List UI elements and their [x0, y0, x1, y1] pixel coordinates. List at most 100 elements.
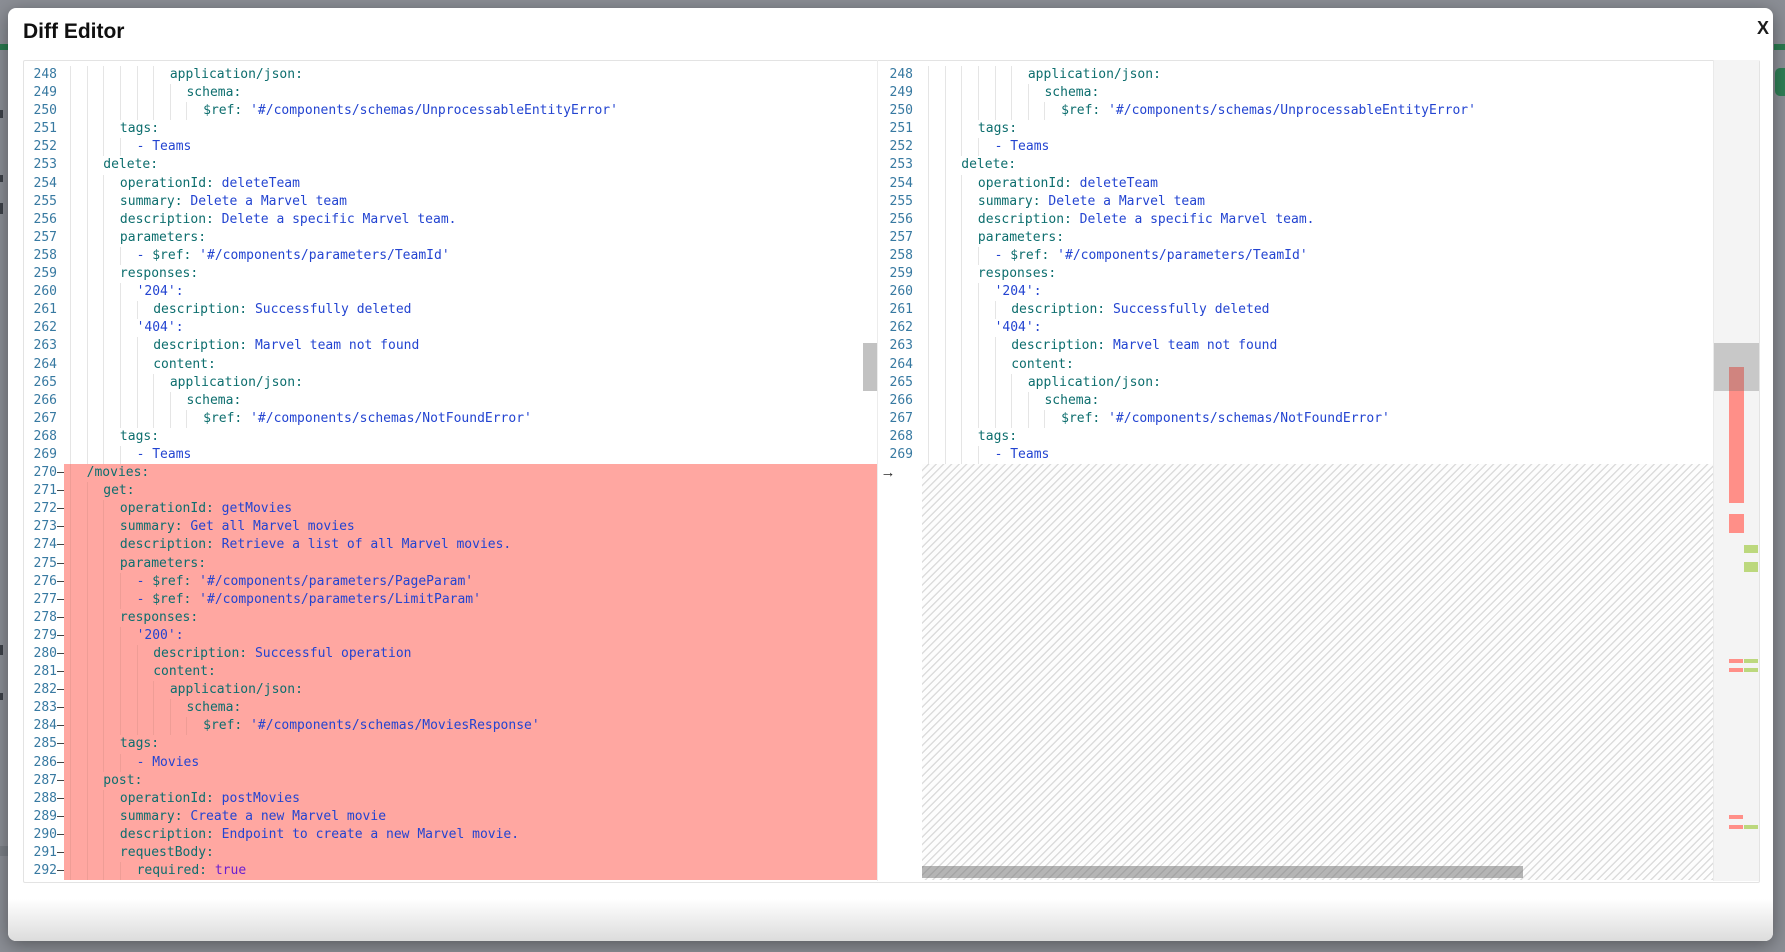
diff-editor-modal: Diff Editor X 248 application/json: 249 sch… — [8, 8, 1773, 941]
diff-line: 249 schema: — [878, 84, 1713, 103]
deleted-line-marker — [913, 102, 922, 120]
code-text: schema: — [922, 84, 1713, 103]
diff-pane-original[interactable]: 248 application/json: 249 schema: 250 $ref: '… — [24, 66, 877, 881]
code-text: - $ref: '#/components/parameters/LimitPa… — [64, 590, 877, 609]
deleted-line-marker — [57, 66, 64, 84]
line-number: 265 — [889, 374, 913, 390]
line-number: 264 — [889, 356, 913, 372]
diff-line: 260 '204': — [24, 283, 877, 302]
diff-line: 292– required: true — [24, 862, 877, 881]
diff-line: 273– summary: Get all Marvel movies — [24, 518, 877, 537]
code-text: responses: — [64, 608, 877, 627]
line-number: 266 — [33, 392, 57, 408]
diff-line: 268 tags: — [878, 427, 1713, 446]
right-pane-horizontal-scrollbar-thumb[interactable] — [922, 866, 1523, 878]
deleted-line-marker: – — [57, 736, 65, 752]
diff-line: 254 operationId: deleteTeam — [24, 174, 877, 193]
line-number: 267 — [33, 410, 57, 426]
code-text: - Teams — [64, 445, 877, 465]
deleted-line-marker — [57, 410, 64, 428]
deleted-line-marker: – — [57, 772, 65, 788]
code-text: description: Retrieve a list of all Marv… — [64, 536, 877, 555]
diff-pane-modified[interactable]: 248 application/json: 249 schema: 250 $ref: '… — [878, 66, 1713, 465]
code-text: tags: — [64, 120, 877, 139]
deleted-line-marker: – — [57, 664, 65, 680]
minimap-deleted-mark — [1729, 815, 1743, 819]
line-number: 249 — [889, 85, 913, 101]
code-text: - Movies — [64, 753, 877, 772]
diff-line: 252 - Teams — [878, 138, 1713, 157]
line-number: 286 — [33, 754, 57, 770]
deleted-line-marker — [913, 410, 922, 428]
deleted-line-marker — [57, 374, 64, 392]
line-number: 272 — [33, 501, 57, 517]
code-text: - $ref: '#/components/parameters/TeamId' — [922, 246, 1713, 266]
minimap[interactable] — [1713, 60, 1759, 881]
deleted-line-marker — [913, 229, 922, 247]
line-number: 264 — [33, 356, 57, 372]
diff-line: 270–/movies: — [24, 464, 877, 483]
background-text-fragment — [0, 110, 3, 118]
code-text: tags: — [922, 120, 1713, 139]
line-number: 268 — [33, 428, 57, 444]
deleted-line-marker — [57, 283, 64, 301]
code-text: - Teams — [64, 138, 877, 157]
diff-line: 264 content: — [878, 355, 1713, 374]
background-tab-underline-left — [0, 44, 8, 50]
diff-line: 271– get: — [24, 482, 877, 501]
code-text: description: Delete a specific Marvel te… — [922, 210, 1713, 229]
deleted-line-marker: – — [57, 790, 65, 806]
background-text-fragment — [0, 693, 3, 700]
line-number: 256 — [33, 211, 57, 227]
diff-line: 285– tags: — [24, 735, 877, 754]
line-number: 263 — [33, 338, 57, 354]
diff-line: 262 '404': — [878, 319, 1713, 338]
code-text: '404': — [64, 319, 877, 338]
minimap-deleted-mark — [1729, 659, 1743, 663]
minimap-added-mark — [1744, 825, 1758, 829]
diff-line: 254 operationId: deleteTeam — [878, 174, 1713, 193]
code-text: parameters: — [64, 554, 877, 573]
code-text: tags: — [64, 427, 877, 446]
line-number: 257 — [889, 229, 913, 245]
diff-line: 258 - $ref: '#/components/parameters/Team… — [24, 246, 877, 266]
diff-line: 267 $ref: '#/components/schemas/NotFoundE… — [24, 409, 877, 428]
background-text-fragment — [0, 645, 3, 655]
deleted-line-marker — [913, 120, 922, 138]
deleted-line-marker: – — [57, 519, 65, 535]
deleted-line-marker — [57, 337, 64, 355]
line-number: 251 — [889, 121, 913, 137]
code-text: $ref: '#/components/schemas/NotFoundErro… — [922, 409, 1713, 428]
deleted-line-marker — [913, 175, 922, 193]
deleted-line-marker — [913, 247, 922, 265]
code-text: - $ref: '#/components/parameters/TeamId' — [64, 246, 877, 266]
line-number: 254 — [889, 175, 913, 191]
minimap-slider[interactable] — [1714, 343, 1759, 391]
code-text: - $ref: '#/components/parameters/PagePar… — [64, 572, 877, 591]
code-text: get: — [64, 482, 877, 501]
code-text: summary: Get all Marvel movies — [64, 518, 877, 537]
diff-line: 252 - Teams — [24, 138, 877, 157]
deleted-line-marker — [57, 229, 64, 247]
code-text: required: true — [64, 862, 877, 881]
deleted-line-marker — [913, 138, 922, 156]
code-text: '404': — [922, 319, 1713, 338]
line-number: 261 — [889, 302, 913, 318]
deleted-line-marker: – — [57, 682, 65, 698]
deleted-line-marker: – — [57, 826, 65, 842]
code-text: parameters: — [922, 228, 1713, 247]
minimap-deleted-mark — [1729, 668, 1743, 672]
code-text: application/json: — [64, 66, 877, 85]
code-text: - Teams — [922, 138, 1713, 157]
deleted-line-marker — [57, 102, 64, 120]
line-number: 248 — [889, 67, 913, 82]
left-pane-vertical-scrollbar-thumb[interactable] — [863, 343, 877, 391]
line-number: 289 — [33, 808, 57, 824]
deleted-line-marker: – — [57, 465, 65, 481]
line-number: 282 — [33, 682, 57, 698]
code-text: responses: — [922, 265, 1713, 284]
minimap-added-mark — [1744, 659, 1758, 663]
close-button[interactable]: X — [1748, 13, 1778, 43]
background-divider-fragment — [0, 846, 8, 856]
code-text: /movies: — [64, 464, 877, 483]
